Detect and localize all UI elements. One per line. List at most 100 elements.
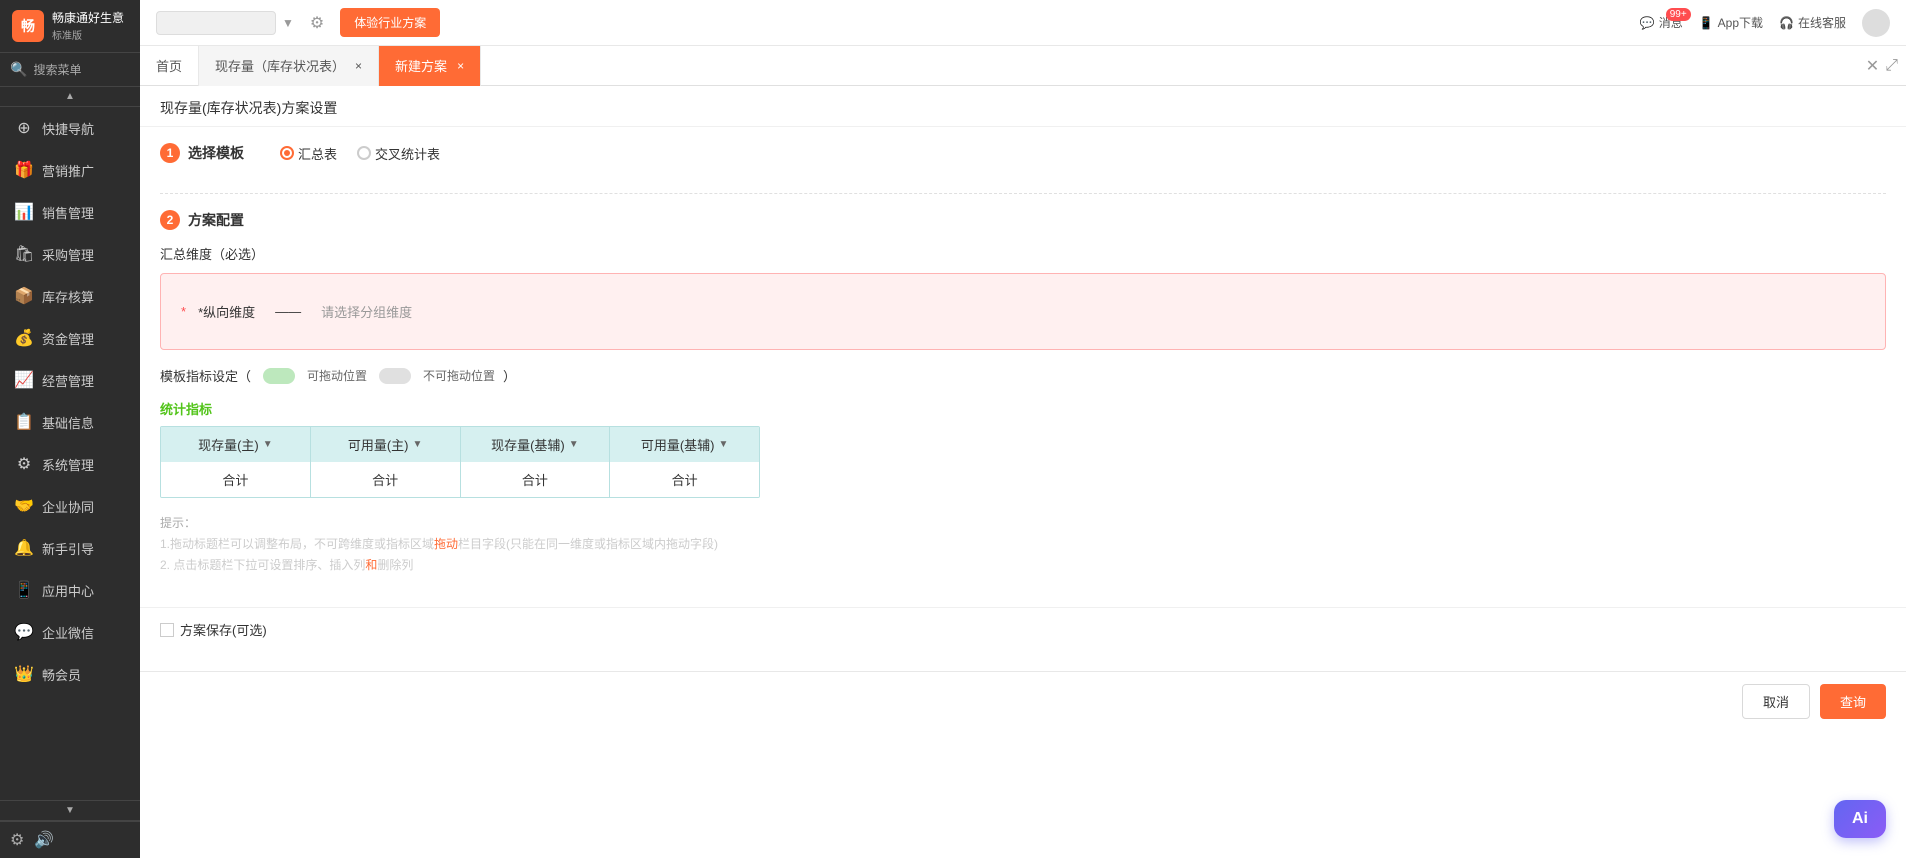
sidebar-item-wechat[interactable]: 💬 企业微信 — [0, 611, 140, 653]
sidebar-item-member[interactable]: 👑 畅会员 — [0, 653, 140, 695]
topbar-gear-icon[interactable]: ⚙ — [310, 13, 324, 33]
sidebar-item-label: 应用中心 — [42, 581, 94, 600]
scroll-down[interactable]: ▼ — [0, 800, 140, 821]
sidebar-item-label: 畅会员 — [42, 665, 81, 684]
step2-section: 2 方案配置 汇总维度（必选） * *纵向维度 —— 请选择分组维度 模板指标设… — [140, 210, 1906, 607]
topbar-msg[interactable]: 💬 消息 99+ — [1640, 14, 1683, 31]
sidebar-item-quick-nav[interactable]: ⊕ 快捷导航 — [0, 107, 140, 149]
stats-col-2-chevron: ▼ — [413, 439, 423, 450]
tab-new-scheme-close[interactable]: × — [457, 59, 464, 73]
stats-col-3[interactable]: 现存量(基辅) ▼ — [461, 427, 611, 462]
expand-icon[interactable]: ⤢ — [1885, 57, 1898, 75]
tab-inventory-status[interactable]: 现存量（库存状况表） × — [199, 46, 379, 86]
sidebar-item-label: 企业微信 — [42, 623, 94, 642]
topbar-chevron-icon[interactable]: ▼ — [282, 16, 294, 30]
audio-icon[interactable]: 🔊 — [34, 830, 54, 850]
sidebar-item-operations[interactable]: 📈 经营管理 — [0, 359, 140, 401]
sidebar-item-label: 新手引导 — [42, 539, 94, 558]
tips-section: 提示： 1.拖动标题栏可以调整布局，不可跨维度或指标区域拖动栏目字段(只能在同一… — [160, 514, 1886, 575]
settings-icon[interactable]: ⚙ — [10, 830, 24, 850]
topbar-app[interactable]: 📱 App下载 — [1699, 14, 1763, 31]
sidebar-item-label: 基础信息 — [42, 413, 94, 432]
sidebar-item-label: 经营管理 — [42, 371, 94, 390]
indicator-section: 模板指标设定（ 可拖动位置 不可拖动位置 ） — [160, 366, 1886, 385]
stats-col-4[interactable]: 可用量(基辅) ▼ — [610, 427, 759, 462]
newbie-icon: 🔔 — [14, 538, 34, 558]
stats-cell-3: 合计 — [461, 462, 611, 497]
service-label: 在线客服 — [1798, 14, 1846, 31]
operations-icon: 📈 — [14, 370, 34, 390]
sidebar-item-label: 资金管理 — [42, 329, 94, 348]
stats-cell-1: 合计 — [161, 462, 311, 497]
system-icon: ⚙ — [14, 454, 34, 474]
sidebar-item-marketing[interactable]: 🎁 营销推广 — [0, 149, 140, 191]
purchase-icon: 🛍 — [14, 244, 34, 264]
sidebar-item-purchase[interactable]: 🛍 采购管理 — [0, 233, 140, 275]
step2-label: 2 方案配置 — [160, 210, 1886, 230]
tab-new-scheme[interactable]: 新建方案 × — [379, 46, 481, 86]
dimension-label: 汇总维度（必选） — [160, 244, 1886, 263]
save-option: 方案保存(可选) — [140, 607, 1906, 651]
sidebar-item-newbie[interactable]: 🔔 新手引导 — [0, 527, 140, 569]
topbar-service[interactable]: 🎧 在线客服 — [1779, 14, 1846, 31]
save-checkbox[interactable] — [160, 623, 174, 637]
close-panel-icon[interactable]: ✕ — [1866, 56, 1879, 76]
step1-divider — [160, 193, 1886, 194]
scroll-up[interactable]: ▲ — [0, 87, 140, 107]
trial-btn[interactable]: 体验行业方案 — [340, 8, 440, 37]
enterprise-icon: 🤝 — [14, 496, 34, 516]
app-center-icon: 📱 — [14, 580, 34, 600]
stats-table-header: 现存量(主) ▼ 可用量(主) ▼ 现存量(基辅) ▼ 可用量(基辅) — [161, 427, 759, 462]
radio-dot-cross — [357, 146, 371, 160]
step1-num: 1 — [160, 143, 180, 163]
tabs-bar-right: ✕ ⤢ — [1866, 56, 1906, 76]
stats-col-1[interactable]: 现存量(主) ▼ — [161, 427, 311, 462]
sidebar-item-label: 企业协同 — [42, 497, 94, 516]
msg-icon: 💬 — [1640, 16, 1655, 30]
basic-info-icon: 📋 — [14, 412, 34, 432]
search-icon: 🔍 — [10, 61, 27, 78]
sidebar-item-inventory[interactable]: 📦 库存核算 — [0, 275, 140, 317]
phone-icon: 📱 — [1699, 16, 1714, 30]
sidebar-item-label: 库存核算 — [42, 287, 94, 306]
indicator-label-row: 模板指标设定（ 可拖动位置 不可拖动位置 ） — [160, 366, 1886, 385]
ai-float-button[interactable]: Ai — [1834, 800, 1886, 838]
radio-summary[interactable]: 汇总表 — [280, 144, 337, 163]
template-options: 汇总表 交叉统计表 — [280, 144, 440, 163]
non-draggable-label: 不可拖动位置 — [423, 367, 495, 384]
wechat-icon: 💬 — [14, 622, 34, 642]
sidebar-item-basic-info[interactable]: 📋 基础信息 — [0, 401, 140, 443]
dim-required: * — [181, 304, 186, 319]
tab-home[interactable]: 首页 — [140, 46, 199, 86]
cancel-button[interactable]: 取消 — [1742, 684, 1810, 719]
query-button[interactable]: 查询 — [1820, 684, 1886, 719]
save-label: 方案保存(可选) — [180, 620, 267, 639]
topbar: ▼ ⚙ 体验行业方案 💬 消息 99+ 📱 App下载 🎧 在线客服 — [140, 0, 1906, 46]
tab-new-scheme-label: 新建方案 — [395, 56, 447, 75]
tab-inventory-close[interactable]: × — [355, 59, 362, 73]
sidebar-item-app-center[interactable]: 📱 应用中心 — [0, 569, 140, 611]
sidebar-item-system[interactable]: ⚙ 系统管理 — [0, 443, 140, 485]
radio-cross[interactable]: 交叉统计表 — [357, 144, 440, 163]
stats-col-1-label: 现存量(主) — [198, 435, 259, 454]
sidebar-search[interactable]: 🔍 搜索菜单 — [0, 53, 140, 87]
indicator-title-suffix: ） — [503, 366, 516, 385]
topbar-avatar[interactable] — [1862, 9, 1890, 37]
step2-title: 方案配置 — [188, 210, 244, 230]
radio-dot-summary — [280, 146, 294, 160]
marketing-icon: 🎁 — [14, 160, 34, 180]
tab-inventory-label: 现存量（库存状况表） — [215, 56, 345, 75]
topbar-search-input[interactable] — [156, 11, 276, 35]
app-name: 畅康通好生意 — [52, 10, 124, 27]
stats-col-2[interactable]: 可用量(主) ▼ — [311, 427, 461, 462]
sidebar-item-enterprise[interactable]: 🤝 企业协同 — [0, 485, 140, 527]
sidebar-item-sales[interactable]: 📊 销售管理 — [0, 191, 140, 233]
member-icon: 👑 — [14, 664, 34, 684]
dim-vertical: *纵向维度 — [198, 302, 255, 321]
app-label: App下载 — [1718, 14, 1763, 31]
stats-header: 统计指标 — [160, 399, 1886, 418]
sidebar-item-finance[interactable]: 💰 资金管理 — [0, 317, 140, 359]
dimension-box: * *纵向维度 —— 请选择分组维度 — [160, 273, 1886, 350]
stats-col-1-chevron: ▼ — [263, 439, 273, 450]
stats-table-body: 合计 合计 合计 合计 — [161, 462, 759, 497]
